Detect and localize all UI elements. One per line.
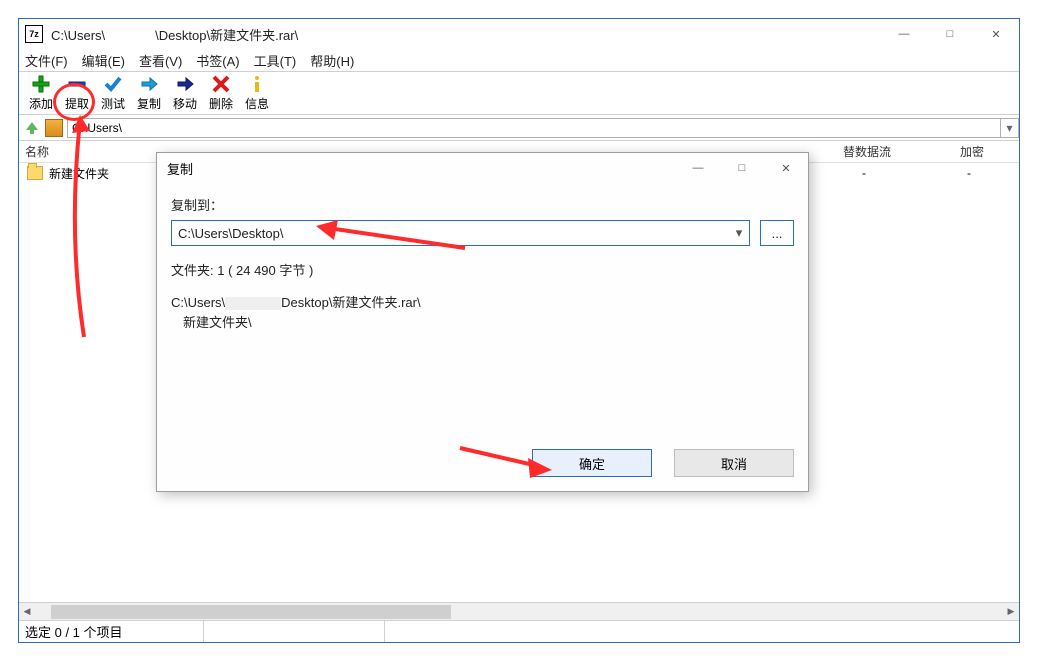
source-info: C:\Users\ Desktop\新建文件夹.rar\ 新建文件夹\ bbox=[171, 293, 794, 332]
col-encrypted[interactable]: 加密 bbox=[919, 143, 1019, 160]
title-suffix: \Desktop\新建文件夹.rar\ bbox=[155, 28, 298, 43]
window-title: C:\Users\ \Desktop\新建文件夹.rar\ bbox=[51, 25, 298, 44]
menubar: 文件(F) 编辑(E) 查看(V) 书签(A) 工具(T) 帮助(H) bbox=[19, 49, 1019, 71]
copy-dialog: 复制 — □ ✕ 复制到： C:\Users\Desktop\ ▾ ... 文件… bbox=[156, 152, 809, 492]
status-text: 选定 0 / 1 个项目 bbox=[25, 622, 123, 641]
check-icon bbox=[104, 74, 122, 94]
tool-extract[interactable]: 提取 bbox=[59, 74, 95, 112]
plus-icon bbox=[32, 74, 50, 94]
toolbar: 添加 提取 测试 复制 移动 bbox=[19, 71, 1019, 115]
addressbar: C:\Users\ ▾ bbox=[19, 115, 1019, 141]
menu-help[interactable]: 帮助(H) bbox=[310, 51, 354, 70]
cell-enc: - bbox=[919, 166, 1019, 180]
cell-alt: - bbox=[809, 166, 919, 180]
copy-to-label: 复制到： bbox=[171, 195, 794, 214]
title-prefix: C:\Users\ bbox=[51, 28, 105, 43]
col-altstream[interactable]: 替数据流 bbox=[809, 143, 919, 160]
minus-icon bbox=[68, 74, 86, 94]
arrow-right-dark-icon bbox=[176, 74, 194, 94]
arrow-right-icon bbox=[140, 74, 158, 94]
tool-delete[interactable]: 删除 bbox=[203, 74, 239, 112]
status-sep bbox=[384, 621, 385, 642]
destination-combobox[interactable]: C:\Users\Desktop\ ▾ bbox=[171, 220, 750, 246]
up-folder-icon[interactable] bbox=[23, 119, 41, 137]
tool-test[interactable]: 测试 bbox=[95, 74, 131, 112]
tool-info[interactable]: 信息 bbox=[239, 74, 275, 112]
chevron-down-icon[interactable]: ▾ bbox=[729, 225, 749, 241]
menu-tools[interactable]: 工具(T) bbox=[254, 51, 297, 70]
info-icon bbox=[248, 74, 266, 94]
dialog-body: 复制到： C:\Users\Desktop\ ▾ ... 文件夹: 1 ( 24… bbox=[157, 183, 808, 338]
dialog-maximize-button[interactable]: □ bbox=[720, 153, 764, 183]
titlebar: 7z C:\Users\ \Desktop\新建文件夹.rar\ — □ ✕ bbox=[19, 19, 1019, 49]
minimize-button[interactable]: — bbox=[881, 19, 927, 49]
copy-to-row: C:\Users\Desktop\ ▾ ... bbox=[171, 220, 794, 246]
destination-input[interactable]: C:\Users\Desktop\ bbox=[172, 226, 729, 241]
scroll-left-icon[interactable]: ◀ bbox=[19, 604, 35, 620]
tool-test-label: 测试 bbox=[101, 95, 125, 112]
archive-icon bbox=[45, 119, 63, 137]
app-icon: 7z bbox=[25, 25, 43, 43]
folder-info: 文件夹: 1 ( 24 490 字节 ) bbox=[171, 260, 794, 279]
menu-edit[interactable]: 编辑(E) bbox=[82, 51, 125, 70]
dialog-buttons: 确定 取消 bbox=[532, 449, 794, 477]
tool-add-label: 添加 bbox=[29, 95, 53, 112]
tool-extract-label: 提取 bbox=[65, 95, 89, 112]
tool-delete-label: 删除 bbox=[209, 95, 233, 112]
menu-file[interactable]: 文件(F) bbox=[25, 51, 68, 70]
src-redacted bbox=[225, 297, 281, 310]
tool-copy-label: 复制 bbox=[137, 95, 161, 112]
src-prefix: C:\Users\ bbox=[171, 295, 225, 310]
cancel-button[interactable]: 取消 bbox=[674, 449, 794, 477]
scroll-thumb[interactable] bbox=[51, 605, 451, 619]
address-input[interactable]: C:\Users\ bbox=[67, 118, 1001, 138]
tool-add[interactable]: 添加 bbox=[23, 74, 59, 112]
tool-copy[interactable]: 复制 bbox=[131, 74, 167, 112]
tool-move[interactable]: 移动 bbox=[167, 74, 203, 112]
dialog-close-button[interactable]: ✕ bbox=[764, 153, 808, 183]
menu-view[interactable]: 查看(V) bbox=[139, 51, 182, 70]
maximize-button[interactable]: □ bbox=[927, 19, 973, 49]
x-icon bbox=[212, 74, 230, 94]
folder-icon bbox=[27, 166, 43, 180]
src-suffix: Desktop\新建文件夹.rar\ bbox=[281, 295, 420, 310]
horizontal-scrollbar[interactable]: ◀ ▶ bbox=[19, 602, 1019, 620]
dialog-minimize-button[interactable]: — bbox=[676, 153, 720, 183]
dialog-title: 复制 bbox=[167, 159, 193, 178]
browse-button[interactable]: ... bbox=[760, 220, 794, 246]
chevron-down-icon[interactable]: ▾ bbox=[1001, 118, 1019, 138]
src-item: 新建文件夹\ bbox=[171, 315, 252, 330]
scroll-right-icon[interactable]: ▶ bbox=[1003, 604, 1019, 620]
ok-button[interactable]: 确定 bbox=[532, 449, 652, 477]
tool-move-label: 移动 bbox=[173, 95, 197, 112]
status-sep bbox=[203, 621, 204, 642]
dialog-window-controls: — □ ✕ bbox=[676, 153, 808, 183]
tool-info-label: 信息 bbox=[245, 95, 269, 112]
close-button[interactable]: ✕ bbox=[973, 19, 1019, 49]
dialog-titlebar: 复制 — □ ✕ bbox=[157, 153, 808, 183]
title-redacted bbox=[105, 30, 155, 43]
statusbar: 选定 0 / 1 个项目 bbox=[19, 620, 1019, 642]
window-controls: — □ ✕ bbox=[881, 19, 1019, 49]
menu-bookmarks[interactable]: 书签(A) bbox=[196, 51, 239, 70]
